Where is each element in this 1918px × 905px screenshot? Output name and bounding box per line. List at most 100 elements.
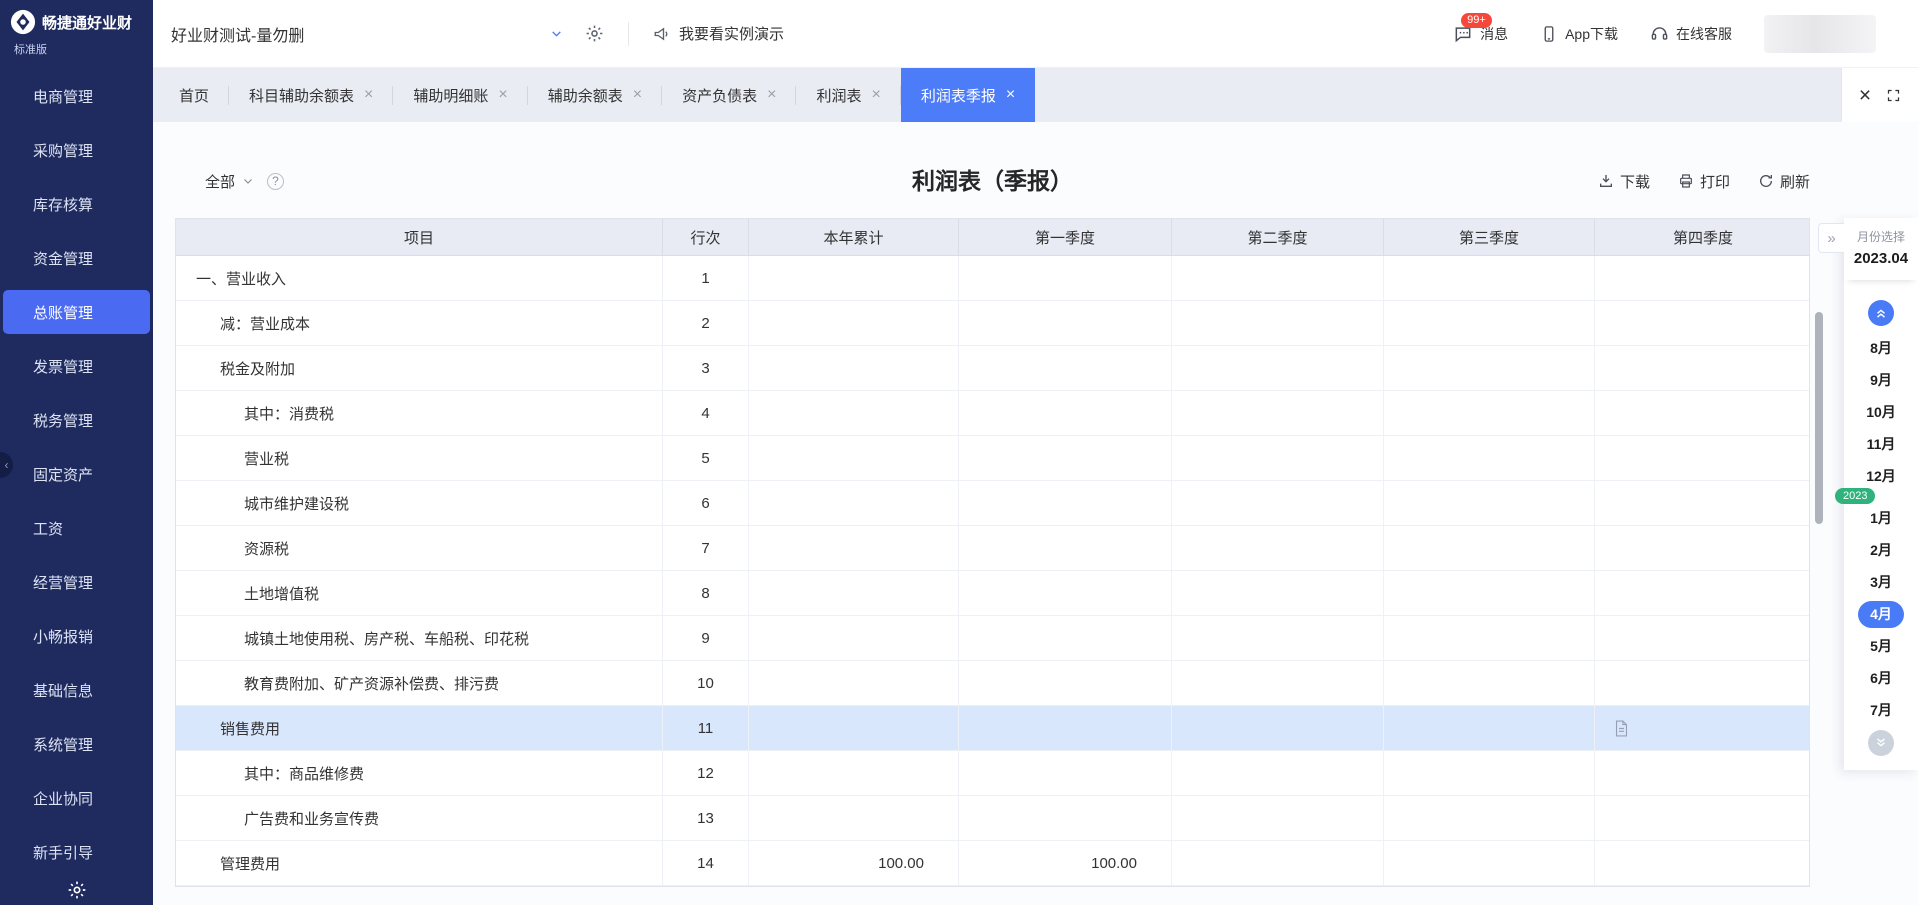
month-item-11月[interactable]: 11月 [1844,428,1918,460]
megaphone-icon [653,25,671,43]
tab-利润表季报[interactable]: 利润表季报 × [900,68,1036,122]
table-row-10[interactable]: 教育费附加、矿产资源补偿费、排污费 10 [176,661,1809,706]
online-support-button[interactable]: 在线客服 [1650,24,1732,44]
sidebar-item-发票管理[interactable]: 发票管理 [3,344,150,388]
table-row-4[interactable]: 其中：消费税 4 [176,391,1809,436]
table-row-13[interactable]: 广告费和业务宣传费 13 [176,796,1809,841]
close-all-tabs-button[interactable]: × [1859,85,1871,106]
sidebar-item-库存核算[interactable]: 库存核算 [3,182,150,226]
tab-close-icon[interactable]: × [1006,87,1015,103]
column-header-1[interactable]: 行次 [663,219,749,255]
value-cell [1172,841,1384,885]
sidebar-settings-gear-icon[interactable] [0,880,153,900]
table-row-9[interactable]: 城镇土地使用税、房产税、车船税、印花税 9 [176,616,1809,661]
month-item-4月[interactable]: 4月 [1844,598,1918,630]
month-scroll-up-button[interactable] [1868,300,1894,326]
sidebar-item-总账管理[interactable]: 总账管理 [3,290,150,334]
tab-辅助余额表[interactable]: 辅助余额表 × [528,68,663,122]
tab-close-icon[interactable]: × [498,87,507,103]
messages-badge: 99+ [1461,12,1492,28]
sidebar-item-固定资产[interactable]: 固定资产 [3,452,150,496]
tab-close-icon[interactable]: × [633,87,642,103]
value-cell [1384,661,1595,705]
tab-资产负债表[interactable]: 资产负债表 × [662,68,797,122]
sidebar-item-采购管理[interactable]: 采购管理 [3,128,150,172]
value-cell [1172,796,1384,840]
item-label: 税金及附加 [220,360,296,378]
app-download-button[interactable]: App下载 [1540,24,1618,44]
month-item-5月[interactable]: 5月 [1844,630,1918,662]
sidebar-item-label: 固定资产 [33,466,94,484]
year-badge: 2023 [1835,488,1876,504]
value-cell [1384,616,1595,660]
sidebar-item-基础信息[interactable]: 基础信息 [3,668,150,712]
tab-科目辅助余额表[interactable]: 科目辅助余额表 × [229,68,394,122]
month-item-2月[interactable]: 2月 [1844,534,1918,566]
value-cell [959,751,1172,795]
sidebar-item-经营管理[interactable]: 经营管理 [3,560,150,604]
download-icon [1598,173,1614,189]
company-selector[interactable]: 好业财测试-量勿删 [171,22,563,46]
sidebar-item-资金管理[interactable]: 资金管理 [3,236,150,280]
month-item-3月[interactable]: 3月 [1844,566,1918,598]
sidebar-item-企业协同[interactable]: 企业协同 [3,776,150,820]
fullscreen-icon[interactable] [1886,88,1901,103]
table-row-7[interactable]: 资源税 7 [176,526,1809,571]
messages-button[interactable]: 99+ 消息 [1453,12,1508,44]
column-header-4[interactable]: 第二季度 [1172,219,1384,255]
column-header-5[interactable]: 第三季度 [1384,219,1595,255]
sidebar-item-小畅报销[interactable]: 小畅报销 [3,614,150,658]
item-label: 资源税 [244,540,290,558]
sidebar-item-电商管理[interactable]: 电商管理 [3,74,150,118]
scrollbar-thumb[interactable] [1815,312,1823,524]
table-row-12[interactable]: 其中：商品维修费 12 [176,751,1809,796]
tab-辅助明细账[interactable]: 辅助明细账 × [393,68,529,122]
column-header-2[interactable]: 本年累计 [749,219,959,255]
value-cell [959,301,1172,345]
month-item-6月[interactable]: 6月 [1844,662,1918,694]
tab-利润表[interactable]: 利润表 × [796,68,902,122]
user-info-blurred[interactable] [1764,14,1876,53]
tab-close-icon[interactable]: × [767,87,776,103]
month-label: 10月 [1866,404,1896,420]
settings-gear-icon[interactable] [585,24,604,43]
table-row-8[interactable]: 土地增值税 8 [176,571,1809,616]
column-header-3[interactable]: 第一季度 [959,219,1172,255]
table-row-1[interactable]: 一、营业收入 1 [176,256,1809,301]
sidebar-item-税务管理[interactable]: 税务管理 [3,398,150,442]
month-item-8月[interactable]: 8月 [1844,332,1918,364]
month-item-9月[interactable]: 9月 [1844,364,1918,396]
month-item-7月[interactable]: 7月 [1844,694,1918,726]
value-cell [1172,301,1384,345]
table-row-3[interactable]: 税金及附加 3 [176,346,1809,391]
refresh-button[interactable]: 刷新 [1758,171,1810,192]
column-header-6[interactable]: 第四季度 [1595,219,1811,255]
month-panel-collapse-button[interactable]: » [1818,223,1844,253]
sidebar-item-系统管理[interactable]: 系统管理 [3,722,150,766]
download-button[interactable]: 下载 [1598,171,1650,192]
table-row-11[interactable]: 销售费用 11 [176,706,1809,751]
item-cell: 其中：消费税 [176,391,663,435]
table-row-2[interactable]: 减：营业成本 2 [176,301,1809,346]
print-button[interactable]: 打印 [1678,171,1730,192]
value-cell [749,616,959,660]
sidebar-item-新手引导[interactable]: 新手引导 [3,830,150,874]
month-panel-title: 月份选择 [1856,230,1905,244]
demo-link[interactable]: 我要看实例演示 [653,23,784,44]
value-cell [1595,436,1811,480]
item-label: 城镇土地使用税、房产税、车船税、印花税 [244,630,530,648]
tab-close-icon[interactable]: × [364,87,373,103]
month-scroll-down-button[interactable] [1868,730,1894,756]
month-item-10月[interactable]: 10月 [1844,396,1918,428]
tab-首页[interactable]: 首页 [159,68,230,122]
tab-close-icon[interactable]: × [871,87,880,103]
month-item-1月[interactable]: 1月 [1844,502,1918,534]
vertical-scrollbar[interactable] [1815,255,1823,885]
sidebar-item-工资[interactable]: 工资 [3,506,150,550]
column-header-0[interactable]: 项目 [176,219,663,255]
document-icon[interactable] [1614,720,1629,737]
table-row-14[interactable]: 管理费用 14 100.00 100.00 [176,841,1809,886]
table-row-6[interactable]: 城市维护建设税 6 [176,481,1809,526]
line-number-cell: 1 [663,256,749,300]
table-row-5[interactable]: 营业税 5 [176,436,1809,481]
